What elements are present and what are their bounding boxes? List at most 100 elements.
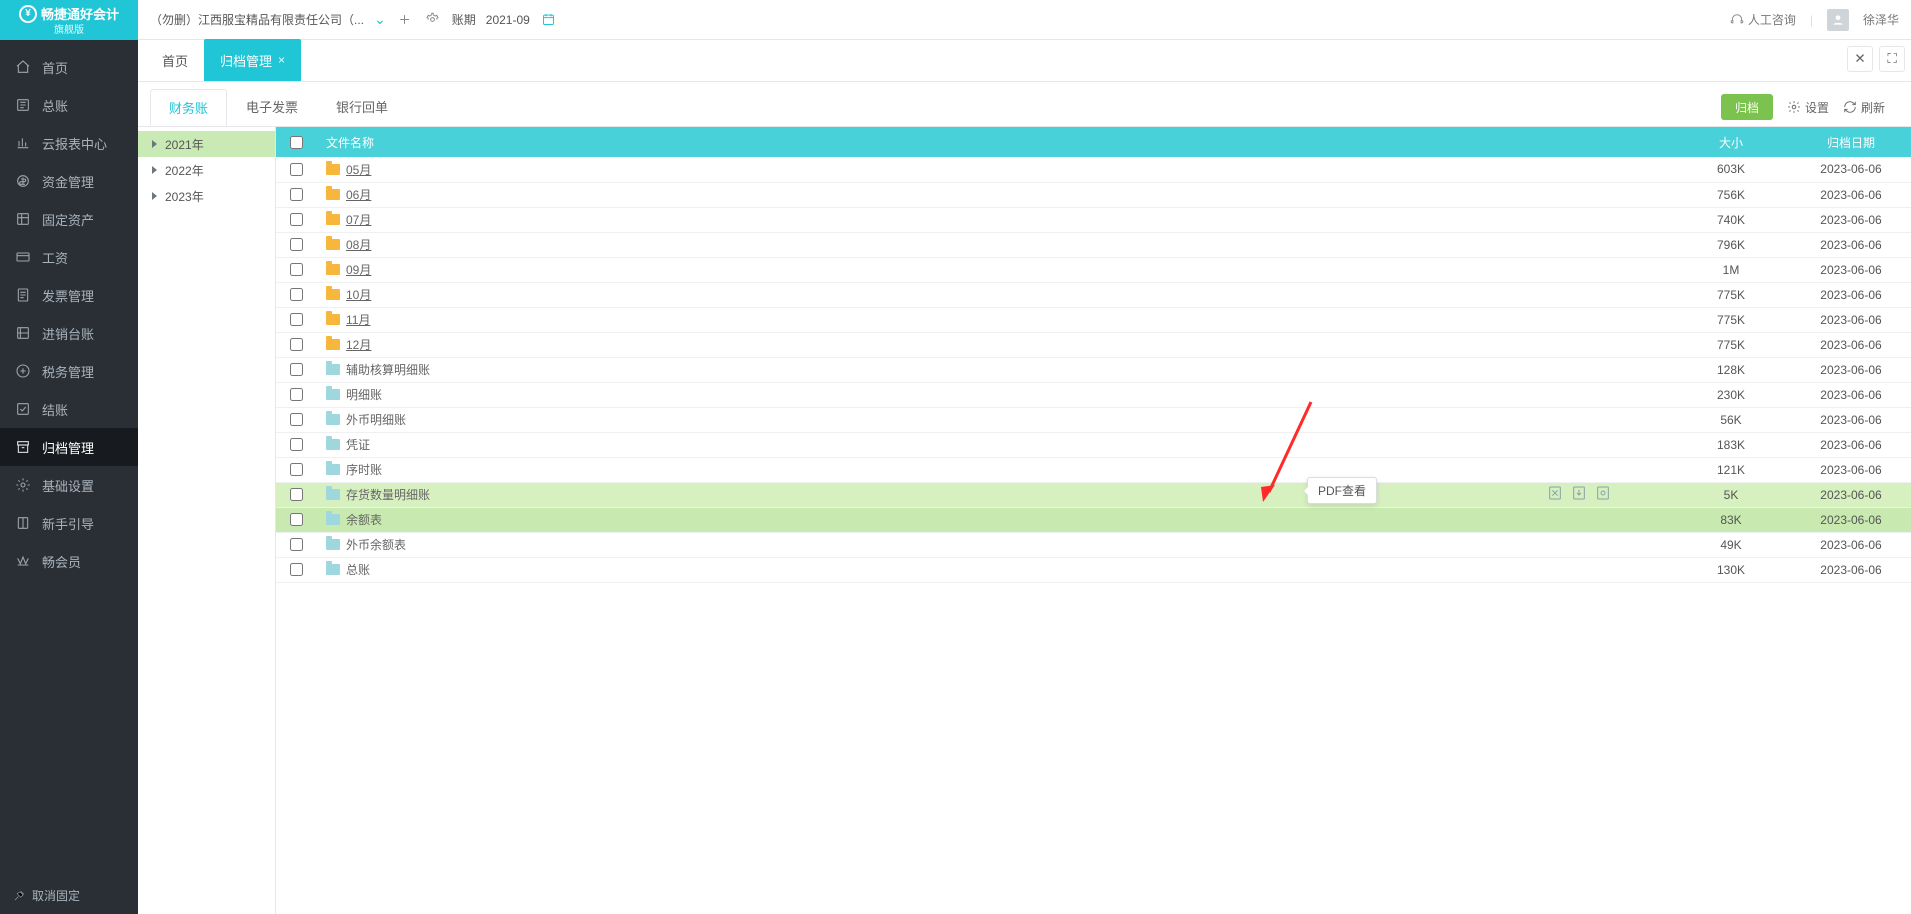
row-checkbox[interactable] [290, 463, 303, 476]
file-name-link[interactable]: 10月 [346, 286, 371, 303]
row-checkbox[interactable] [290, 513, 303, 526]
table-row[interactable]: 明细账230K2023-06-06 [276, 382, 1911, 407]
row-checkbox[interactable] [290, 313, 303, 326]
table-row[interactable]: 外币余额表49K2023-06-06 [276, 532, 1911, 557]
file-name-text[interactable]: 序时账 [346, 461, 382, 478]
sidebar-item-salary[interactable]: 工资 [0, 238, 138, 276]
row-checkbox[interactable] [290, 538, 303, 551]
file-name-link[interactable]: 06月 [346, 186, 371, 203]
sidebar-item-stock[interactable]: 进销台账 [0, 314, 138, 352]
table-row[interactable]: 09月1M2023-06-06 [276, 257, 1911, 282]
file-date: 2023-06-06 [1791, 207, 1911, 232]
row-checkbox[interactable] [290, 413, 303, 426]
row-checkbox[interactable] [290, 438, 303, 451]
sidebar-item-guide[interactable]: 新手引导 [0, 504, 138, 542]
sidebar-item-label: 资金管理 [42, 172, 94, 191]
select-all-checkbox[interactable] [290, 136, 303, 149]
add-icon[interactable] [396, 11, 414, 29]
row-checkbox[interactable] [290, 488, 303, 501]
table-row[interactable]: 08月796K2023-06-06 [276, 232, 1911, 257]
sidebar-item-archive[interactable]: 归档管理 [0, 428, 138, 466]
row-checkbox[interactable] [290, 388, 303, 401]
sidebar-item-home[interactable]: 首页 [0, 48, 138, 86]
table-row[interactable]: 凭证183K2023-06-06 [276, 432, 1911, 457]
sub-tab[interactable]: 银行回单 [317, 88, 407, 125]
file-name-text[interactable]: 总账 [346, 561, 370, 578]
row-checkbox[interactable] [290, 363, 303, 376]
row-checkbox[interactable] [290, 238, 303, 251]
tree-year[interactable]: 2023年 [138, 183, 275, 209]
sidebar-item-invoice[interactable]: 发票管理 [0, 276, 138, 314]
table-row[interactable]: 07月740K2023-06-06 [276, 207, 1911, 232]
table-row[interactable]: 12月775K2023-06-06 [276, 332, 1911, 357]
file-name-link[interactable]: 07月 [346, 211, 371, 228]
sidebar-item-settings[interactable]: 基础设置 [0, 466, 138, 504]
table-row[interactable]: 存货数量明细账5K2023-06-06 [276, 482, 1911, 507]
sidebar-unpin[interactable]: 取消固定 [0, 877, 138, 914]
file-name-link[interactable]: 08月 [346, 236, 371, 253]
page-tab[interactable]: 归档管理× [204, 39, 301, 81]
page-tab[interactable]: 首页 [146, 39, 204, 81]
support-link[interactable]: 人工咨询 [1730, 11, 1796, 28]
tree-year[interactable]: 2022年 [138, 157, 275, 183]
view-pdf-icon[interactable] [1595, 485, 1611, 501]
download-excel-icon[interactable] [1547, 485, 1563, 501]
folder-icon [326, 289, 340, 300]
period-value[interactable]: 2021-09 [486, 13, 530, 27]
file-name-link[interactable]: 09月 [346, 261, 371, 278]
row-checkbox[interactable] [290, 263, 303, 276]
salary-icon [14, 249, 32, 265]
file-date: 2023-06-06 [1791, 382, 1911, 407]
download-pdf-icon[interactable] [1571, 485, 1587, 501]
table-row[interactable]: 06月756K2023-06-06 [276, 182, 1911, 207]
table-row[interactable]: 11月775K2023-06-06 [276, 307, 1911, 332]
table-row[interactable]: 序时账121K2023-06-06 [276, 457, 1911, 482]
file-name-text[interactable]: 余额表 [346, 511, 382, 528]
sidebar-item-close[interactable]: 结账 [0, 390, 138, 428]
tree-year[interactable]: 2021年 [138, 131, 275, 157]
sidebar-item-chart[interactable]: 云报表中心 [0, 124, 138, 162]
sidebar-item-tax[interactable]: 税务管理 [0, 352, 138, 390]
file-name-text[interactable]: 存货数量明细账 [346, 486, 430, 503]
file-name-text[interactable]: 凭证 [346, 436, 370, 453]
settings-link[interactable]: 设置 [1787, 99, 1829, 116]
sidebar-item-ledger[interactable]: 总账 [0, 86, 138, 124]
table-row[interactable]: 外币明细账56K2023-06-06 [276, 407, 1911, 432]
file-name-link[interactable]: 12月 [346, 336, 371, 353]
sidebar-item-label: 首页 [42, 58, 68, 77]
table-row[interactable]: 总账130K2023-06-06 [276, 557, 1911, 582]
archive-button[interactable]: 归档 [1721, 94, 1773, 120]
file-name-link[interactable]: 05月 [346, 161, 371, 178]
close-tab-button[interactable]: ✕ [1847, 46, 1873, 72]
fullscreen-button[interactable]: ⛶ [1879, 46, 1905, 72]
sub-tab[interactable]: 财务账 [150, 89, 227, 126]
row-checkbox[interactable] [290, 213, 303, 226]
row-checkbox[interactable] [290, 163, 303, 176]
file-name-text[interactable]: 明细账 [346, 386, 382, 403]
file-name-text[interactable]: 外币明细账 [346, 411, 406, 428]
row-checkbox[interactable] [290, 288, 303, 301]
close-icon[interactable]: × [278, 53, 285, 67]
sidebar-item-vip[interactable]: 畅会员 [0, 542, 138, 580]
file-name-text[interactable]: 辅助核算明细账 [346, 361, 430, 378]
sidebar-item-asset[interactable]: 固定资产 [0, 200, 138, 238]
row-checkbox[interactable] [290, 563, 303, 576]
calendar-icon[interactable] [540, 11, 558, 29]
table-row[interactable]: 10月775K2023-06-06 [276, 282, 1911, 307]
file-name-text[interactable]: 外币余额表 [346, 536, 406, 553]
row-checkbox[interactable] [290, 338, 303, 351]
sub-tab[interactable]: 电子发票 [227, 88, 317, 125]
refresh-link[interactable]: 刷新 [1843, 99, 1885, 116]
gear-icon[interactable] [424, 11, 442, 29]
company-selector-label[interactable]: （勿删）江西服宝精品有限责任公司（... [150, 11, 364, 28]
user-name[interactable]: 徐泽华 [1863, 11, 1899, 28]
company-dropdown-icon[interactable]: ⌄ [374, 11, 386, 28]
table-row[interactable]: 余额表83K2023-06-06 [276, 507, 1911, 532]
sidebar-item-fund[interactable]: 资金管理 [0, 162, 138, 200]
file-name-link[interactable]: 11月 [346, 311, 370, 328]
close-icon [14, 401, 32, 417]
row-checkbox[interactable] [290, 188, 303, 201]
table-row[interactable]: 辅助核算明细账128K2023-06-06 [276, 357, 1911, 382]
table-row[interactable]: 05月603K2023-06-06 [276, 157, 1911, 182]
avatar-icon[interactable] [1827, 9, 1849, 31]
